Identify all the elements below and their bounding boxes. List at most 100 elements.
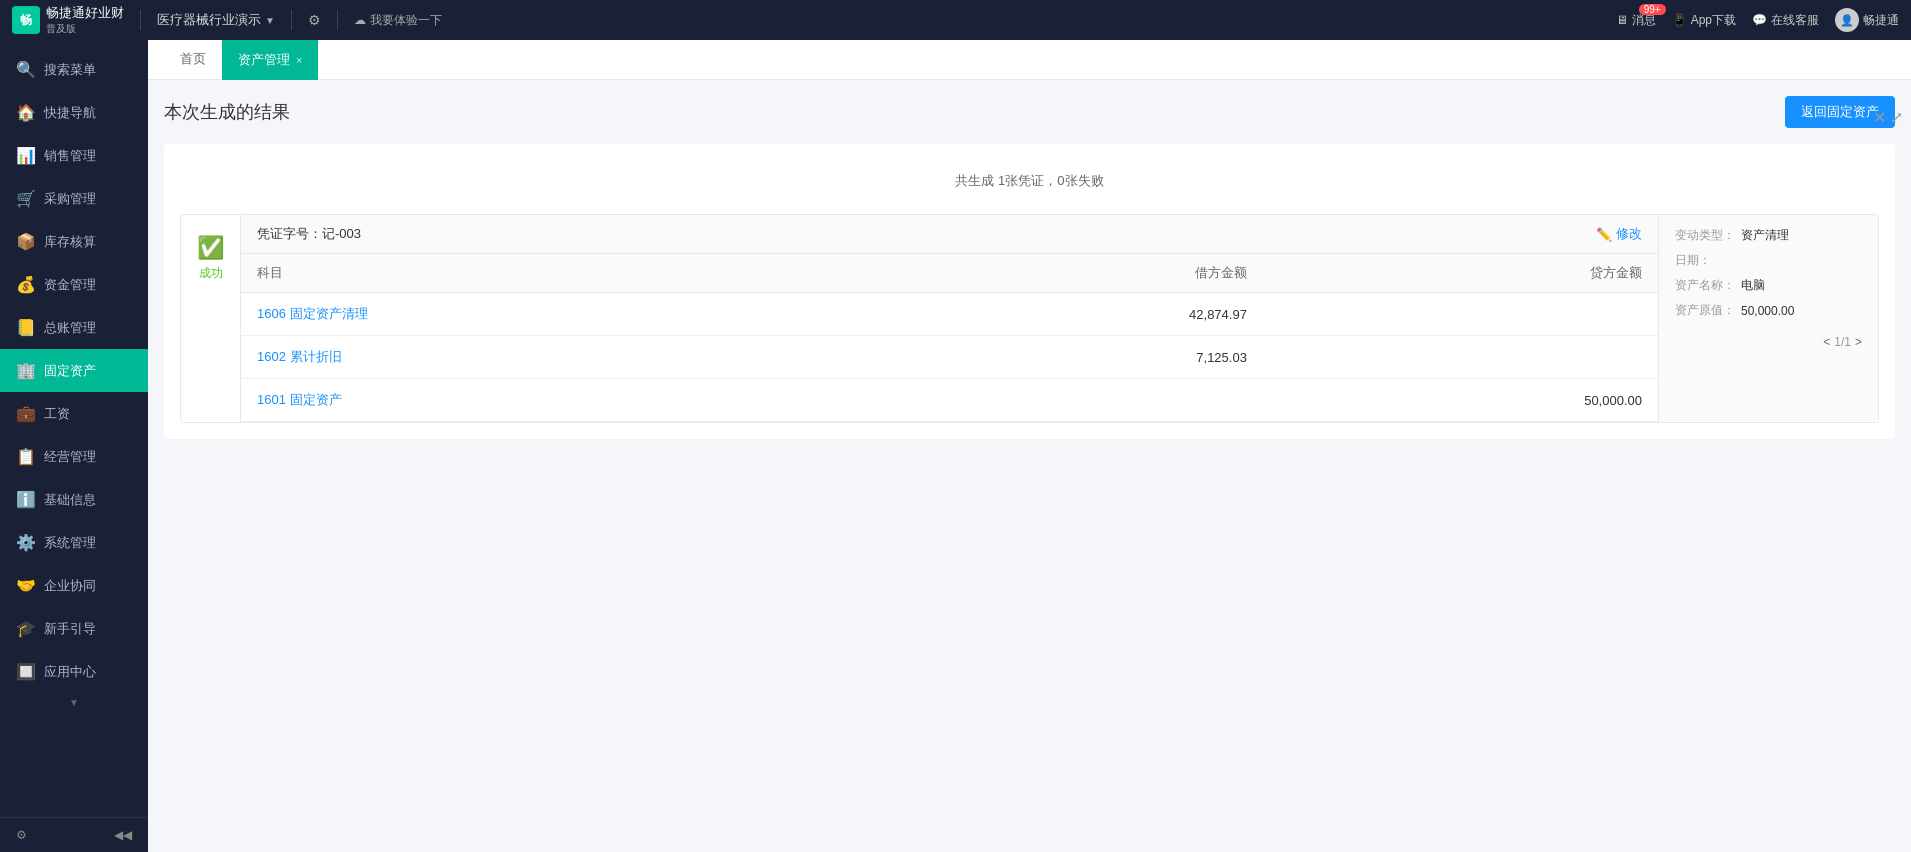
result-panel: 共生成 1张凭证，0张失败 ✅ 成功 [164, 144, 1895, 439]
status-label: 成功 [199, 265, 223, 282]
fixed-assets-icon: 🏢 [16, 361, 34, 380]
sidebar-item-cooperation[interactable]: 🤝 企业协同 [0, 564, 148, 607]
sidebar-item-fixed-assets[interactable]: 🏢 固定资产 [0, 349, 148, 392]
table-row: 1601 固定资产 50,000.00 [241, 379, 1658, 422]
operations-icon: 📋 [16, 447, 34, 466]
sidebar-item-system[interactable]: ⚙️ 系统管理 [0, 521, 148, 564]
sidebar-item-label: 基础信息 [44, 491, 96, 509]
settings-gear-icon[interactable]: ⚙ [308, 12, 321, 28]
notification-icon: 🖥 [1616, 13, 1628, 27]
sidebar-item-ledger[interactable]: 📒 总账管理 [0, 306, 148, 349]
account-cell: 1602 累计折旧 [241, 336, 868, 379]
account-cell: 1606 固定资产清理 [241, 293, 868, 336]
sidebar-item-operations[interactable]: 📋 经营管理 [0, 435, 148, 478]
payroll-icon: 💼 [16, 404, 34, 423]
sidebar-item-app-center[interactable]: 🔲 应用中心 [0, 650, 148, 693]
sidebar-item-purchase[interactable]: 🛒 采购管理 [0, 177, 148, 220]
main-layout: 🔍 搜索菜单 🏠 快捷导航 📊 销售管理 🛒 采购管理 📦 库存核算 💰 资金管… [0, 40, 1911, 852]
edit-button[interactable]: ✏️ 修改 [1596, 225, 1642, 243]
page-content: 本次生成的结果 返回固定资产 共生成 1张凭证，0张失败 ✅ 成功 [148, 80, 1911, 852]
voucher-number: 凭证字号：记-003 [257, 225, 361, 243]
tab-home-label: 首页 [180, 50, 206, 68]
sidebar-item-basic-info[interactable]: ℹ️ 基础信息 [0, 478, 148, 521]
finance-icon: 💰 [16, 275, 34, 294]
app-download-button[interactable]: 📱 App下载 [1672, 12, 1736, 29]
debit-cell: 42,874.97 [868, 293, 1263, 336]
online-support-label: 在线客服 [1771, 12, 1819, 29]
asset-name-value: 电脑 [1741, 277, 1765, 294]
account-cell: 1601 固定资产 [241, 379, 868, 422]
account-link[interactable]: 1602 累计折旧 [257, 349, 342, 364]
expand-button[interactable]: ⤢ [1890, 108, 1903, 127]
change-type-value: 资产清理 [1741, 227, 1789, 244]
project-name: 医疗器械行业演示 [157, 11, 261, 29]
sidebar-item-label: 搜索菜单 [44, 61, 96, 79]
result-summary: 共生成 1张凭证，0张失败 [180, 160, 1879, 202]
tab-asset-label: 资产管理 [238, 51, 290, 69]
table-header-row: 科目 借方金额 贷方金额 [241, 254, 1658, 293]
sidebar-item-label: 资金管理 [44, 276, 96, 294]
sidebar-collapse-icon[interactable]: ◀◀ [114, 828, 132, 842]
logo-text: 畅捷通好业财 [46, 4, 124, 22]
content-wrapper: 首页 资产管理 × 本次生成的结果 返回固定资产 共生成 1张凭证，0张失败 [148, 40, 1911, 852]
guide-icon: 🎓 [16, 619, 34, 638]
sidebar-scroll-down[interactable]: ▼ [0, 693, 148, 712]
credit-cell [1263, 336, 1658, 379]
inventory-icon: 📦 [16, 232, 34, 251]
voucher-main: 凭证字号：记-003 ✏️ 修改 科目 [241, 215, 1658, 422]
edit-label: 修改 [1616, 225, 1642, 243]
col-debit-header: 借方金额 [868, 254, 1263, 293]
sales-icon: 📊 [16, 146, 34, 165]
original-value-value: 50,000.00 [1741, 304, 1794, 318]
status-success: ✅ 成功 [197, 235, 224, 282]
project-selector[interactable]: 医疗器械行业演示 ▼ [157, 11, 275, 29]
sidebar-settings-icon[interactable]: ⚙ [16, 828, 27, 842]
col-credit-header: 贷方金额 [1263, 254, 1658, 293]
purchase-icon: 🛒 [16, 189, 34, 208]
date-label: 日期： [1675, 252, 1711, 269]
account-link[interactable]: 1601 固定资产 [257, 392, 342, 407]
tab-close-icon[interactable]: × [296, 54, 302, 66]
sidebar-item-guide[interactable]: 🎓 新手引导 [0, 607, 148, 650]
pagination-next[interactable]: > [1855, 335, 1862, 349]
tab-home[interactable]: 首页 [164, 40, 222, 80]
sidebar-item-label: 采购管理 [44, 190, 96, 208]
asset-name-label: 资产名称： [1675, 277, 1735, 294]
close-button[interactable]: ✕ [1873, 108, 1886, 127]
logo-icon: 畅 [12, 6, 40, 34]
pagination-info: 1/1 [1834, 335, 1851, 349]
sidebar-item-label: 总账管理 [44, 319, 96, 337]
sidebar-item-finance[interactable]: 💰 资金管理 [0, 263, 148, 306]
topbar-divider [140, 10, 141, 30]
home-icon: 🏠 [16, 103, 34, 122]
basic-info-icon: ℹ️ [16, 490, 34, 509]
change-type-row: 变动类型： 资产清理 [1675, 227, 1862, 244]
ledger-icon: 📒 [16, 318, 34, 337]
sidebar-item-quick-nav[interactable]: 🏠 快捷导航 [0, 91, 148, 134]
sidebar-item-label: 销售管理 [44, 147, 96, 165]
credit-cell: 50,000.00 [1263, 379, 1658, 422]
user-menu[interactable]: 👤 畅捷通 [1835, 8, 1899, 32]
topbar-divider3 [337, 10, 338, 30]
pagination-prev[interactable]: < [1823, 335, 1830, 349]
voucher-card: ✅ 成功 凭证字号：记-003 ✏️ 修改 [180, 214, 1879, 423]
table-row: 1602 累计折旧 7,125.03 [241, 336, 1658, 379]
topbar-logo: 畅 畅捷通好业财 普及版 [12, 4, 124, 36]
asset-name-row: 资产名称： 电脑 [1675, 277, 1862, 294]
online-support-button[interactable]: 💬 在线客服 [1752, 12, 1819, 29]
account-link[interactable]: 1606 固定资产清理 [257, 306, 368, 321]
sidebar-item-label: 库存核算 [44, 233, 96, 251]
sidebar-item-inventory[interactable]: 📦 库存核算 [0, 220, 148, 263]
sidebar-item-label: 固定资产 [44, 362, 96, 380]
topbar: 畅 畅捷通好业财 普及版 医疗器械行业演示 ▼ ⚙ ☁ 我要体验一下 🖥 消息 … [0, 0, 1911, 40]
notification-button[interactable]: 🖥 消息 99+ [1616, 12, 1656, 29]
sidebar-item-sales[interactable]: 📊 销售管理 [0, 134, 148, 177]
page-header: 本次生成的结果 返回固定资产 [164, 96, 1895, 128]
sidebar-item-label: 经营管理 [44, 448, 96, 466]
experience-button[interactable]: ☁ 我要体验一下 [354, 12, 442, 29]
sidebar-item-payroll[interactable]: 💼 工资 [0, 392, 148, 435]
voucher-status-col: ✅ 成功 [181, 215, 241, 422]
sidebar-item-search[interactable]: 🔍 搜索菜单 [0, 48, 148, 91]
tab-asset-management[interactable]: 资产管理 × [222, 40, 318, 80]
original-value-label: 资产原值： [1675, 302, 1735, 319]
